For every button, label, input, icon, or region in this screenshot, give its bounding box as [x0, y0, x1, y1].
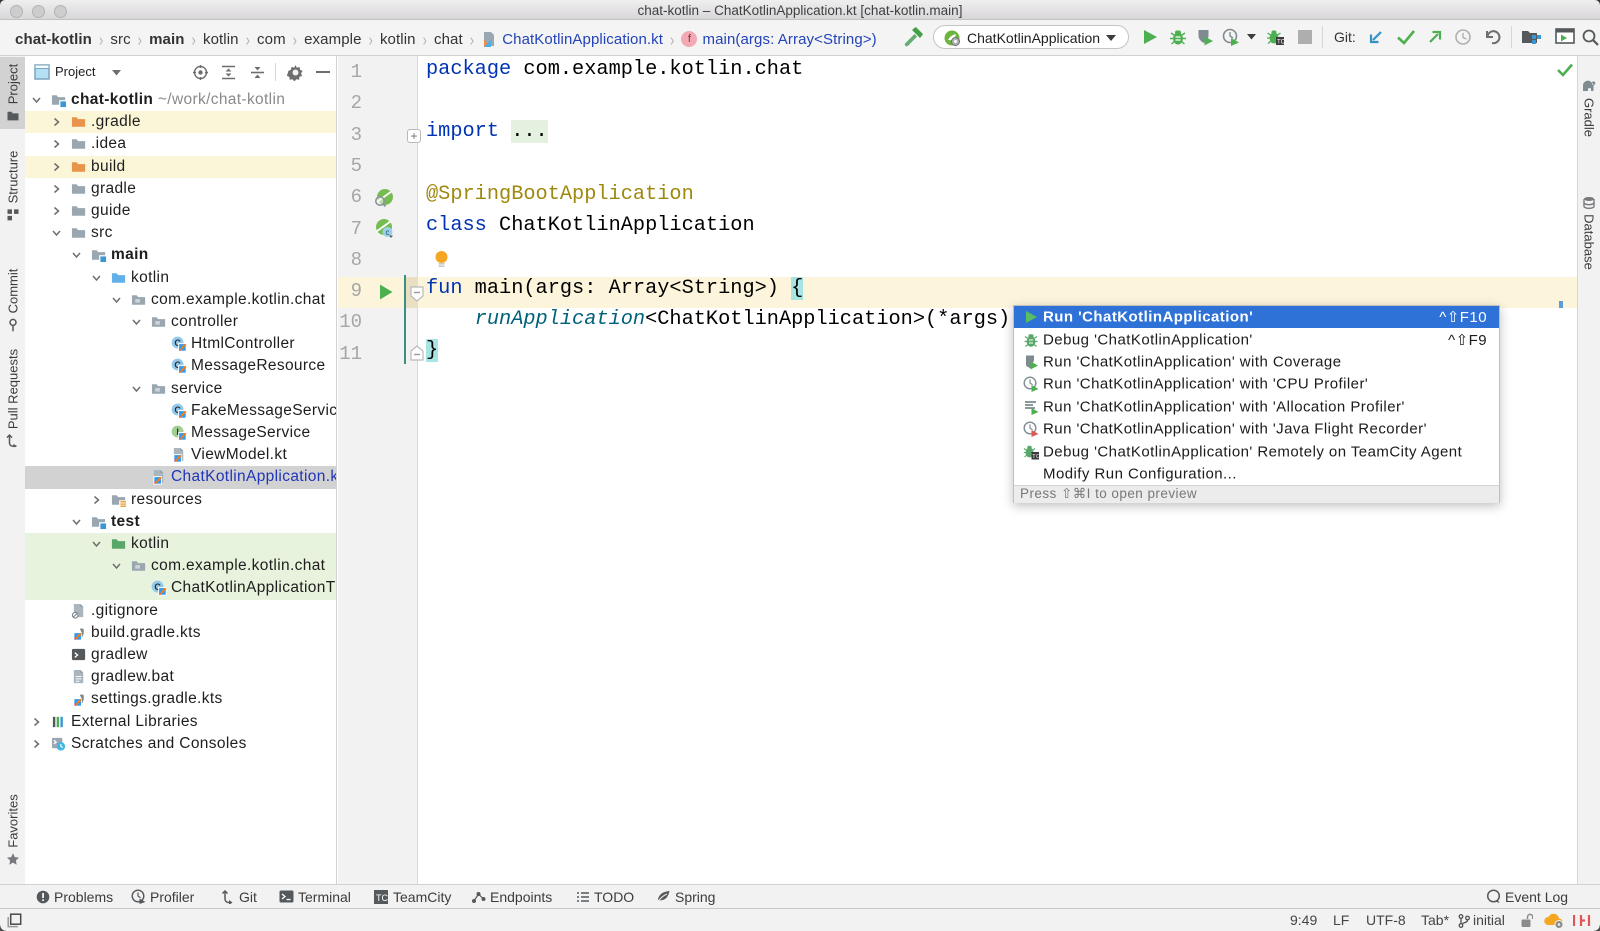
svg-text:TC: TC: [1277, 40, 1285, 46]
svg-text:TC: TC: [376, 893, 388, 903]
svg-text:TC: TC: [1032, 454, 1039, 460]
svg-text:c: c: [386, 228, 390, 237]
